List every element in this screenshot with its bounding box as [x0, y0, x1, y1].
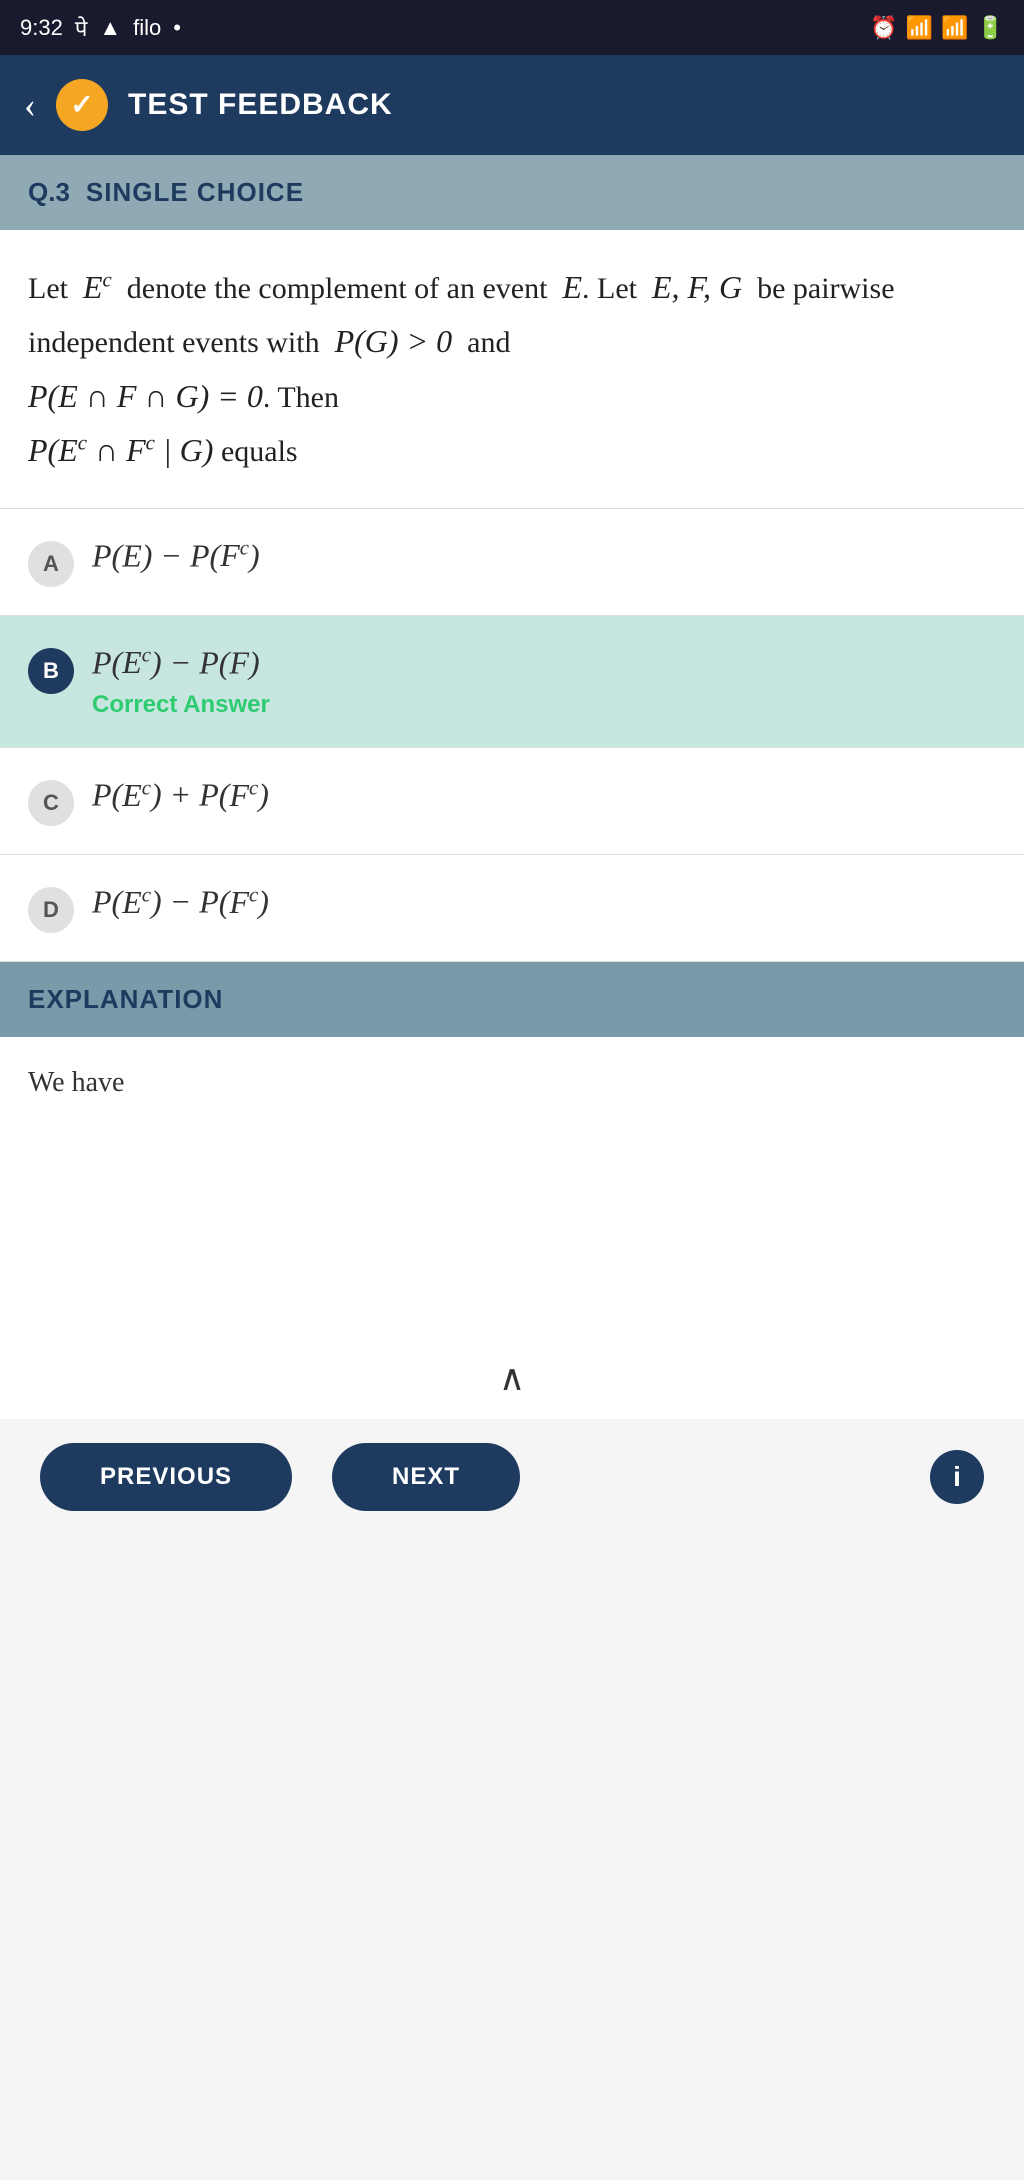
- option-d-formula: P(Ec) − P(Fc): [92, 883, 269, 921]
- status-appname: filo: [133, 15, 161, 41]
- status-warning-icon: ▲: [99, 15, 121, 41]
- option-a[interactable]: A P(E) − P(Fc): [0, 509, 1024, 616]
- explanation-header: EXPLANATION: [0, 962, 1024, 1037]
- option-d-content: P(Ec) − P(Fc): [92, 883, 269, 921]
- question-body: Let Ec denote the complement of an event…: [0, 230, 1024, 509]
- option-a-content: P(E) − P(Fc): [92, 537, 260, 575]
- explanation-body: We have: [0, 1037, 1024, 1337]
- next-button[interactable]: NEXT: [332, 1443, 520, 1511]
- status-left: 9:32 पे ▲ filo •: [20, 13, 181, 43]
- check-mark: ✓: [70, 88, 93, 122]
- question-number: Q.3: [28, 177, 70, 208]
- check-icon: ✓: [56, 79, 108, 131]
- status-indicator1: पे: [75, 13, 88, 43]
- explanation-text: We have: [28, 1067, 996, 1099]
- option-d[interactable]: D P(Ec) − P(Fc): [0, 855, 1024, 962]
- back-button[interactable]: ‹: [24, 84, 36, 126]
- caret-up-icon: ∧: [499, 1357, 525, 1399]
- signal-icon: 📶: [941, 15, 968, 41]
- option-c-formula: P(Ec) + P(Fc): [92, 776, 269, 814]
- math-ec: Ec: [83, 269, 112, 305]
- explanation-title: EXPLANATION: [28, 984, 223, 1014]
- correct-answer-label: Correct Answer: [92, 691, 270, 719]
- option-b-badge: B: [28, 648, 74, 694]
- option-c[interactable]: C P(Ec) + P(Fc): [0, 748, 1024, 855]
- info-button[interactable]: i: [930, 1450, 984, 1504]
- option-d-badge: D: [28, 887, 74, 933]
- scroll-indicator: ∧: [0, 1337, 1024, 1419]
- status-time: 9:32: [20, 15, 63, 41]
- status-right: ⏰ 📶 📶 🔋: [870, 15, 1004, 41]
- header-title: TEST FEEDBACK: [128, 88, 393, 122]
- question-type: SINGLE CHOICE: [86, 177, 304, 208]
- status-dot: •: [173, 15, 181, 41]
- option-b-content: P(Ec) − P(F) Correct Answer: [92, 644, 270, 720]
- battery-icon: 🔋: [977, 15, 1004, 41]
- wifi-icon: 📶: [906, 15, 933, 41]
- previous-button[interactable]: PREVIOUS: [40, 1443, 292, 1511]
- question-text: Let Ec denote the complement of an event…: [28, 260, 996, 478]
- bottom-navigation: PREVIOUS NEXT i: [0, 1419, 1024, 1551]
- app-header: ‹ ✓ TEST FEEDBACK: [0, 55, 1024, 155]
- option-b-formula: P(Ec) − P(F): [92, 644, 270, 682]
- option-a-formula: P(E) − P(Fc): [92, 537, 260, 575]
- alarm-icon: ⏰: [870, 15, 897, 41]
- option-c-badge: C: [28, 780, 74, 826]
- status-bar: 9:32 पे ▲ filo • ⏰ 📶 📶 🔋: [0, 0, 1024, 55]
- option-b[interactable]: B P(Ec) − P(F) Correct Answer: [0, 616, 1024, 749]
- option-c-content: P(Ec) + P(Fc): [92, 776, 269, 814]
- question-section-header: Q.3 SINGLE CHOICE: [0, 155, 1024, 230]
- option-a-badge: A: [28, 541, 74, 587]
